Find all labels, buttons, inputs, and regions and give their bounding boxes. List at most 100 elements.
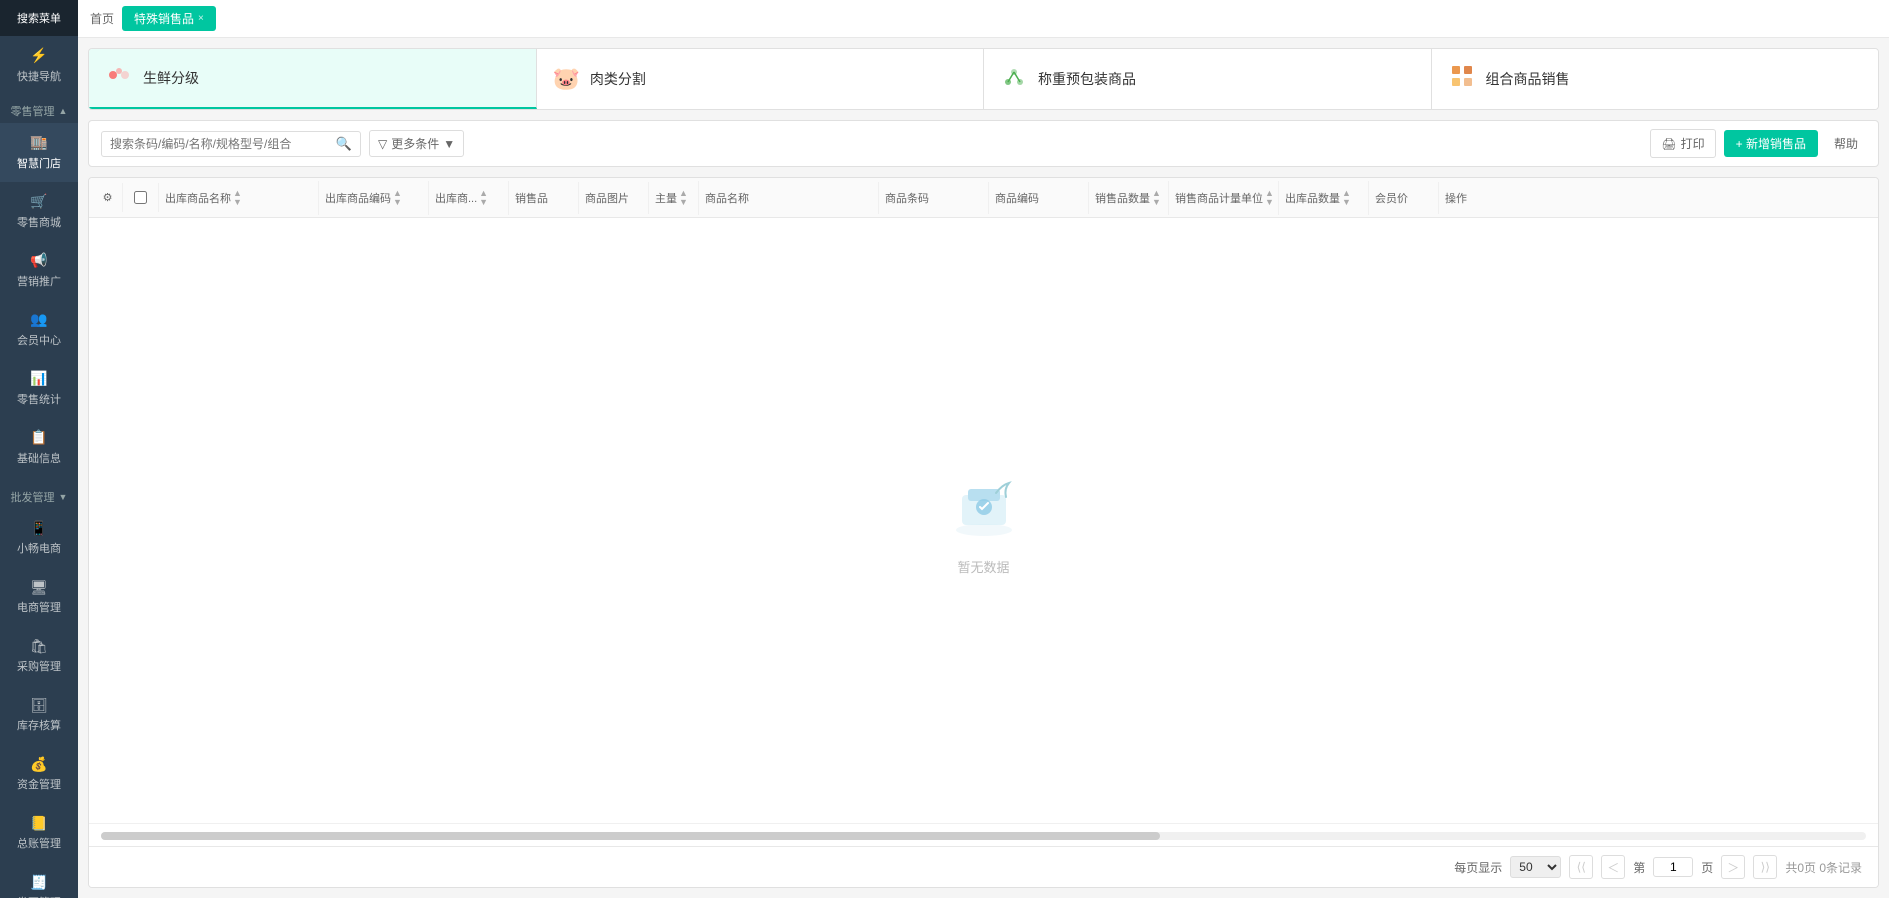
sort-icon: ▲▼ bbox=[1152, 189, 1161, 207]
empty-state: 暂无数据 bbox=[89, 218, 1878, 823]
filter-button[interactable]: ▽ 更多条件 ▼ bbox=[369, 130, 464, 157]
th-setting[interactable]: ⚙ bbox=[93, 183, 123, 212]
first-page-button[interactable]: ⟨⟨ bbox=[1569, 855, 1593, 879]
sidebar-label: 智慧门店 bbox=[17, 157, 61, 172]
scrollbar-thumb[interactable] bbox=[101, 832, 1160, 840]
th-prod-code[interactable]: 商品编码 bbox=[989, 182, 1089, 214]
th-out-code[interactable]: 出库商品编码 ▲▼ bbox=[319, 181, 429, 215]
last-page-button[interactable]: ⟩⟩ bbox=[1753, 855, 1777, 879]
sidebar-item-ecommerce[interactable]: 🖥 电商管理 bbox=[0, 568, 78, 627]
total-info: 共0页 0条记录 bbox=[1785, 859, 1862, 876]
fresh-grade-label: 生鲜分级 bbox=[143, 68, 199, 88]
sort-icon: ▲▼ bbox=[1342, 189, 1351, 207]
sidebar-item-finance[interactable]: 💰 资金管理 bbox=[0, 745, 78, 804]
sidebar-label: 资金管理 bbox=[17, 778, 61, 793]
tab-card-fresh-grade[interactable]: 生鲜分级 bbox=[89, 49, 537, 109]
sidebar-section-wholesale[interactable]: 批发管理 ▼ bbox=[0, 481, 78, 509]
sidebar-label: 总账管理 bbox=[17, 837, 61, 852]
retail-stats-icon: 📊 bbox=[30, 369, 47, 389]
fresh-grade-icon bbox=[105, 61, 133, 95]
next-page-button[interactable]: ＞ bbox=[1721, 855, 1745, 879]
sidebar-item-smart-store[interactable]: 🏬 智慧门店 bbox=[0, 123, 78, 182]
sidebar-label: 会员中心 bbox=[17, 334, 61, 349]
mini-shop-icon: 📱 bbox=[30, 519, 47, 539]
th-prod-name[interactable]: 商品名称 bbox=[699, 182, 879, 214]
th-sale-unit[interactable]: 销售商品计量单位 ▲▼ bbox=[1169, 181, 1279, 215]
sidebar-item-general-ledger[interactable]: 📒 总账管理 bbox=[0, 804, 78, 863]
print-button[interactable]: 🖨 打印 bbox=[1650, 129, 1715, 158]
sidebar-section-retail[interactable]: 零售管理 ▲ bbox=[0, 95, 78, 123]
wholesale-label: 批发管理 bbox=[11, 489, 55, 505]
retail-mgmt-label: 零售管理 bbox=[11, 103, 55, 119]
sidebar-search[interactable]: 搜索菜单 bbox=[0, 0, 78, 36]
page-label: 第 bbox=[1633, 859, 1645, 876]
retail-mgmt-arrow: ▲ bbox=[59, 106, 68, 116]
horizontal-scrollbar[interactable] bbox=[101, 832, 1866, 840]
th-barcode[interactable]: 商品条码 bbox=[879, 182, 989, 214]
sidebar-item-member[interactable]: 👥 会员中心 bbox=[0, 300, 78, 359]
page-unit: 页 bbox=[1701, 859, 1713, 876]
search-input[interactable] bbox=[110, 137, 330, 151]
th-out-qty[interactable]: 出库品数量 ▲▼ bbox=[1279, 181, 1369, 215]
sort-icon: ▲▼ bbox=[233, 189, 242, 207]
finance-icon: 💰 bbox=[30, 755, 47, 775]
tab-card-weigh-pack[interactable]: 称重预包装商品 bbox=[984, 49, 1432, 109]
th-sale-qty[interactable]: 销售品数量 ▲▼ bbox=[1089, 181, 1169, 215]
sort-icon: ▲▼ bbox=[679, 189, 688, 207]
topbar-tab-close[interactable]: × bbox=[198, 13, 204, 24]
th-out-name[interactable]: 出库商品名称 ▲▼ bbox=[159, 181, 319, 215]
invoice-icon: 🧾 bbox=[30, 873, 47, 893]
smart-store-icon: 🏬 bbox=[30, 133, 47, 153]
filter-icon: ▽ bbox=[378, 137, 387, 151]
search-input-wrap[interactable]: 🔍 bbox=[101, 131, 361, 157]
sidebar-item-mini-shop[interactable]: 📱 小畅电商 bbox=[0, 509, 78, 568]
weigh-pack-icon bbox=[1000, 62, 1028, 96]
per-page-select[interactable]: 50 10 20 100 bbox=[1510, 856, 1561, 878]
topbar-tab-special[interactable]: 特殊销售品 × bbox=[122, 6, 216, 31]
prev-page-button[interactable]: ＜ bbox=[1601, 855, 1625, 879]
th-main[interactable]: 主量 ▲▼ bbox=[649, 181, 699, 215]
purchase-icon: 🛍 bbox=[30, 637, 48, 657]
th-op: 操作 bbox=[1439, 182, 1499, 214]
th-img[interactable]: 商品图片 bbox=[579, 182, 649, 214]
filter-arrow: ▼ bbox=[443, 137, 455, 151]
quick-nav-icon: ⚡ bbox=[30, 46, 47, 66]
page-input[interactable] bbox=[1653, 857, 1693, 877]
main-area: 首页 特殊销售品 × 生鲜分级 🐷 肉类分割 bbox=[78, 0, 1889, 898]
meat-cut-icon: 🐷 bbox=[553, 66, 580, 92]
sort-icon: ▲▼ bbox=[393, 189, 402, 207]
sidebar: 搜索菜单 ⚡ 快捷导航 零售管理 ▲ 🏬 智慧门店 🛒 零售商城 📢 营销推广 … bbox=[0, 0, 78, 898]
sidebar-item-invoice[interactable]: 🧾 发票管理 bbox=[0, 863, 78, 898]
sidebar-label: 小畅电商 bbox=[17, 542, 61, 557]
new-product-label: + 新增销售品 bbox=[1736, 135, 1806, 152]
sidebar-item-purchase[interactable]: 🛍 采购管理 bbox=[0, 627, 78, 686]
sidebar-item-basic-info[interactable]: 📋 基础信息 bbox=[0, 418, 78, 477]
th-sale[interactable]: 销售品 bbox=[509, 182, 579, 214]
tab-card-combo[interactable]: 组合商品销售 bbox=[1432, 49, 1879, 109]
topbar: 首页 特殊销售品 × bbox=[78, 0, 1889, 38]
th-member-price[interactable]: 会员价 bbox=[1369, 182, 1439, 214]
sidebar-label: 基础信息 bbox=[17, 452, 61, 467]
general-ledger-icon: 📒 bbox=[30, 814, 47, 834]
help-button[interactable]: 帮助 bbox=[1826, 130, 1866, 157]
topbar-home[interactable]: 首页 bbox=[90, 10, 114, 27]
new-product-button[interactable]: + 新增销售品 bbox=[1724, 130, 1818, 157]
empty-icon bbox=[944, 465, 1024, 545]
setting-icon: ⚙ bbox=[103, 191, 113, 204]
select-all-checkbox[interactable] bbox=[134, 191, 147, 204]
sort-icon: ▲▼ bbox=[479, 189, 488, 207]
print-icon: 🖨 bbox=[1661, 137, 1676, 151]
sidebar-item-marketing[interactable]: 📢 营销推广 bbox=[0, 241, 78, 300]
sidebar-item-quick-nav[interactable]: ⚡ 快捷导航 bbox=[0, 36, 78, 95]
sidebar-item-inventory[interactable]: 🗄 库存核算 bbox=[0, 686, 78, 745]
th-check[interactable] bbox=[123, 183, 159, 212]
sidebar-label: 营销推广 bbox=[17, 275, 61, 290]
sidebar-item-retail-mall[interactable]: 🛒 零售商城 bbox=[0, 182, 78, 241]
th-out-item[interactable]: 出库商... ▲▼ bbox=[429, 181, 509, 215]
search-icon[interactable]: 🔍 bbox=[336, 136, 352, 152]
sidebar-item-retail-stats[interactable]: 📊 零售统计 bbox=[0, 359, 78, 418]
member-icon: 👥 bbox=[30, 310, 47, 330]
empty-text: 暂无数据 bbox=[957, 557, 1009, 576]
tab-card-meat-cut[interactable]: 🐷 肉类分割 bbox=[537, 49, 985, 109]
sidebar-label: 零售统计 bbox=[17, 393, 61, 408]
